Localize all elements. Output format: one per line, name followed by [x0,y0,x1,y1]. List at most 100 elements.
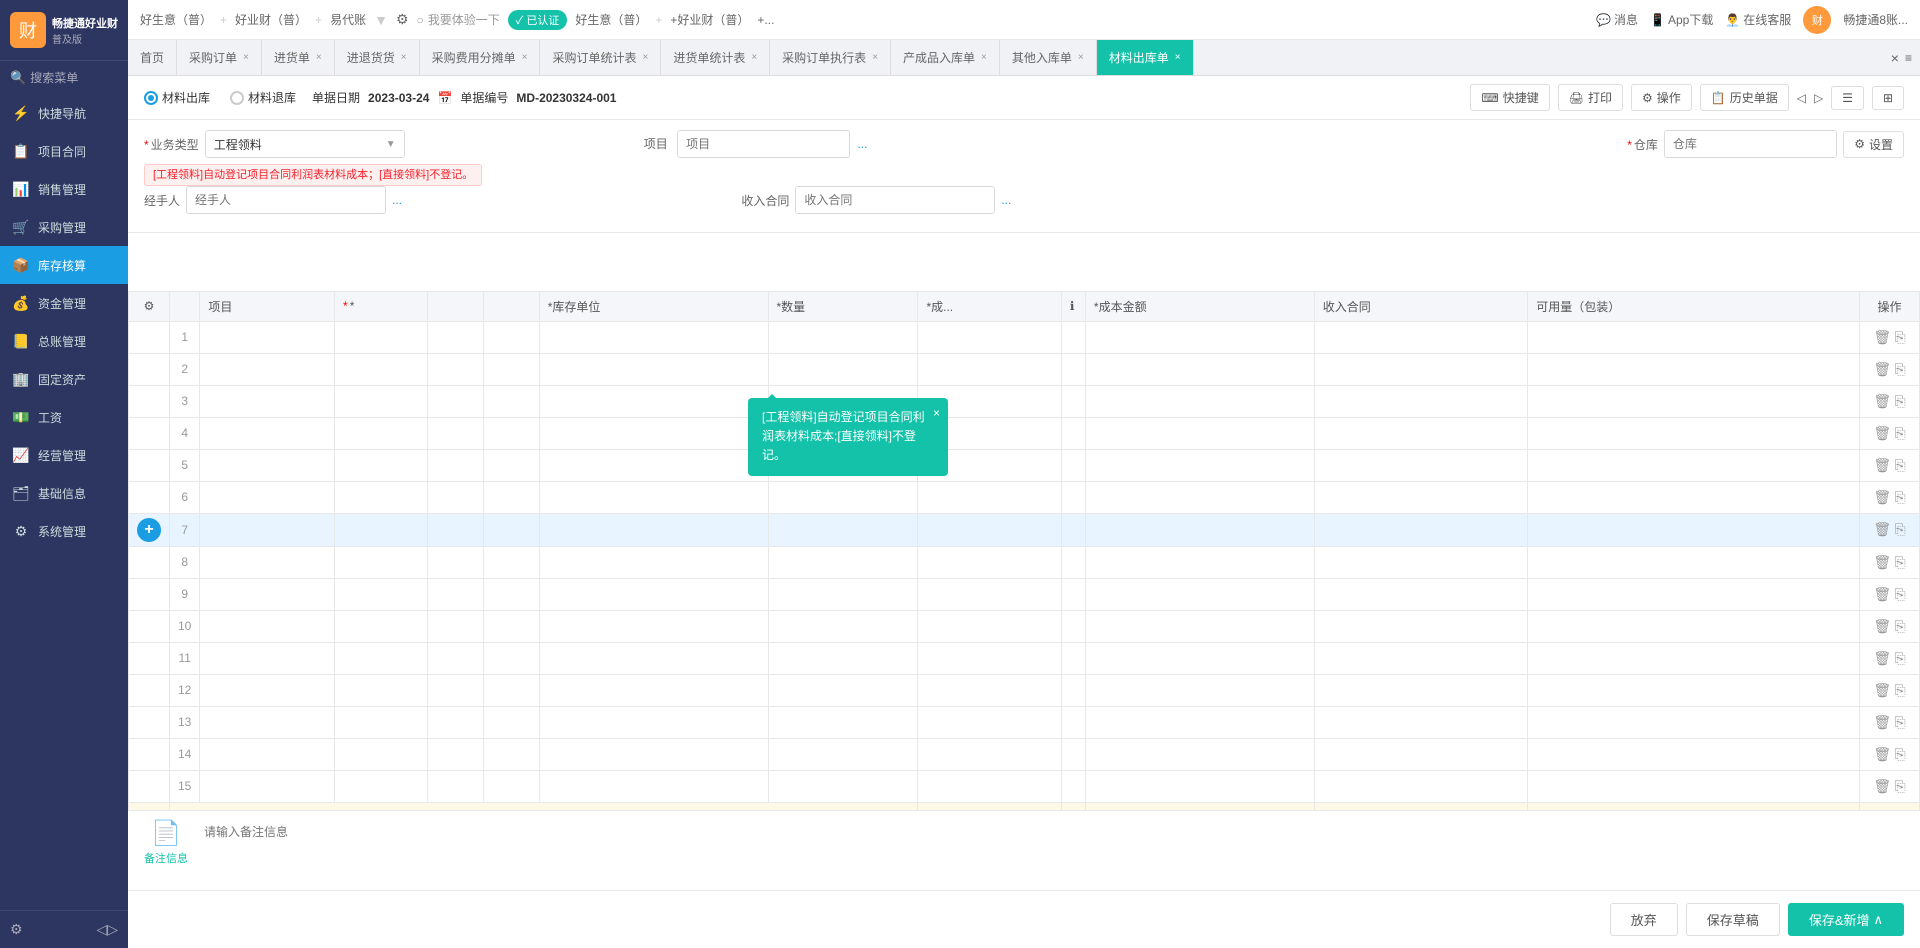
matcode-cell[interactable] [335,706,428,738]
nav-more[interactable]: +... [757,13,774,27]
costamt-cell[interactable] [1085,353,1314,385]
copy-row-icon[interactable]: ⎘ [1894,586,1905,602]
sidebar-item-purchase[interactable]: 🛒 采购管理 [0,208,128,246]
nav-haoshengyi[interactable]: 好生意（普） [140,11,212,28]
qty-cell[interactable] [768,578,918,610]
matname-cell[interactable] [428,610,484,642]
num-value[interactable]: MD-20230324-001 [516,91,616,105]
copy-row-icon[interactable]: ⎘ [1894,457,1905,473]
costamt-cell[interactable] [1085,578,1314,610]
available-cell[interactable] [1528,546,1860,578]
available-cell[interactable] [1528,481,1860,513]
delete-row-icon[interactable]: 🗑 [1873,682,1891,698]
close-icon[interactable]: × [751,52,757,63]
delete-row-icon[interactable]: 🗑 [1873,714,1891,730]
incomecontract-cell[interactable] [1314,417,1527,449]
spec-cell[interactable] [483,706,539,738]
tooltip-close-btn[interactable]: × [933,404,940,423]
spec-cell[interactable] [483,385,539,417]
matcode-cell[interactable] [335,513,428,546]
collapse-button[interactable]: ◁▷ [96,921,118,938]
unit-cell[interactable] [539,385,768,417]
tab-purchase-order[interactable]: 采购订单 × [177,40,262,76]
cost-cell[interactable] [918,481,1061,513]
matcode-cell[interactable] [335,610,428,642]
matname-cell[interactable] [428,770,484,802]
copy-row-icon[interactable]: ⎘ [1894,746,1905,762]
matname-cell[interactable] [428,513,484,546]
delete-row-icon[interactable]: 🗑 [1873,425,1891,441]
user-avatar[interactable]: 财 [1803,6,1831,34]
settings-btn[interactable]: ⚙ 设置 [1843,131,1904,158]
sidebar-item-basicinfo[interactable]: 🗂 基础信息 [0,474,128,512]
matname-cell[interactable] [428,321,484,353]
delete-row-icon[interactable]: 🗑 [1873,457,1891,473]
matname-cell[interactable] [428,706,484,738]
costamt-cell[interactable] [1085,610,1314,642]
handler-more-link[interactable]: ... [392,193,402,207]
prev-btn[interactable]: ◁ [1797,91,1806,105]
close-icon[interactable]: × [981,52,987,63]
sidebar-item-salary[interactable]: 💵 工资 [0,398,128,436]
copy-row-icon[interactable]: ⎘ [1894,521,1905,537]
delete-row-icon[interactable]: 🗑 [1873,393,1891,409]
item-cell[interactable] [200,706,335,738]
copy-row-icon[interactable]: ⎘ [1894,682,1905,698]
spec-cell[interactable] [483,770,539,802]
item-cell[interactable] [200,674,335,706]
cost-cell[interactable] [918,706,1061,738]
radio-material-return[interactable]: 材料退库 [230,89,296,106]
delete-row-icon[interactable]: 🗑 [1873,778,1891,794]
available-cell[interactable] [1528,385,1860,417]
matname-cell[interactable] [428,385,484,417]
radio-material-out[interactable]: 材料出库 [144,89,210,106]
matcode-cell[interactable] [335,385,428,417]
incomecontract-cell[interactable] [1314,642,1527,674]
project-input[interactable] [677,130,850,158]
item-cell[interactable] [200,770,335,802]
incomecontract-cell[interactable] [1314,385,1527,417]
nav-dropdown[interactable]: ▼ [374,12,388,28]
close-icon[interactable]: × [243,52,249,63]
tab-purchase-expense[interactable]: 采购费用分摊单 × [420,40,541,76]
copy-row-icon[interactable]: ⎘ [1894,554,1905,570]
tab-home[interactable]: 首页 [128,40,177,76]
cost-cell[interactable] [918,642,1061,674]
incomecontract-cell[interactable] [1314,738,1527,770]
spec-cell[interactable] [483,546,539,578]
close-icon[interactable]: × [522,52,528,63]
available-cell[interactable] [1528,321,1860,353]
spec-cell[interactable] [483,578,539,610]
matname-cell[interactable] [428,642,484,674]
costamt-cell[interactable] [1085,546,1314,578]
sidebar-item-finance[interactable]: 💰 资金管理 [0,284,128,322]
incomecontract-cell[interactable] [1314,481,1527,513]
calendar-icon[interactable]: 📅 [437,91,452,105]
nav-haoshengyi2[interactable]: 好生意（普） [575,11,647,28]
available-cell[interactable] [1528,513,1860,546]
discard-button[interactable]: 放弃 [1610,903,1678,936]
delete-row-icon[interactable]: 🗑 [1873,489,1891,505]
unit-cell[interactable] [539,449,768,481]
incomecontract-cell[interactable] [1314,674,1527,706]
username-label[interactable]: 畅捷通8账... [1843,11,1908,28]
available-cell[interactable] [1528,642,1860,674]
incomecontract-cell[interactable] [1314,610,1527,642]
incomecontract-cell[interactable] [1314,770,1527,802]
item-cell[interactable] [200,642,335,674]
close-icon[interactable]: × [316,52,322,63]
qty-cell[interactable] [768,546,918,578]
settings-gear-icon[interactable]: ⚙ [396,11,409,28]
unit-cell[interactable] [539,642,768,674]
incomecontract-cell[interactable] [1314,513,1527,546]
qty-cell[interactable] [768,770,918,802]
cost-cell[interactable] [918,610,1061,642]
costamt-cell[interactable] [1085,321,1314,353]
incomecontract-cell[interactable] [1314,321,1527,353]
delete-row-icon[interactable]: 🗑 [1873,586,1891,602]
notes-textarea[interactable] [200,819,1904,855]
copy-row-icon[interactable]: ⎘ [1894,425,1905,441]
delete-row-icon[interactable]: 🗑 [1873,746,1891,762]
available-cell[interactable] [1528,353,1860,385]
unit-cell[interactable] [539,738,768,770]
